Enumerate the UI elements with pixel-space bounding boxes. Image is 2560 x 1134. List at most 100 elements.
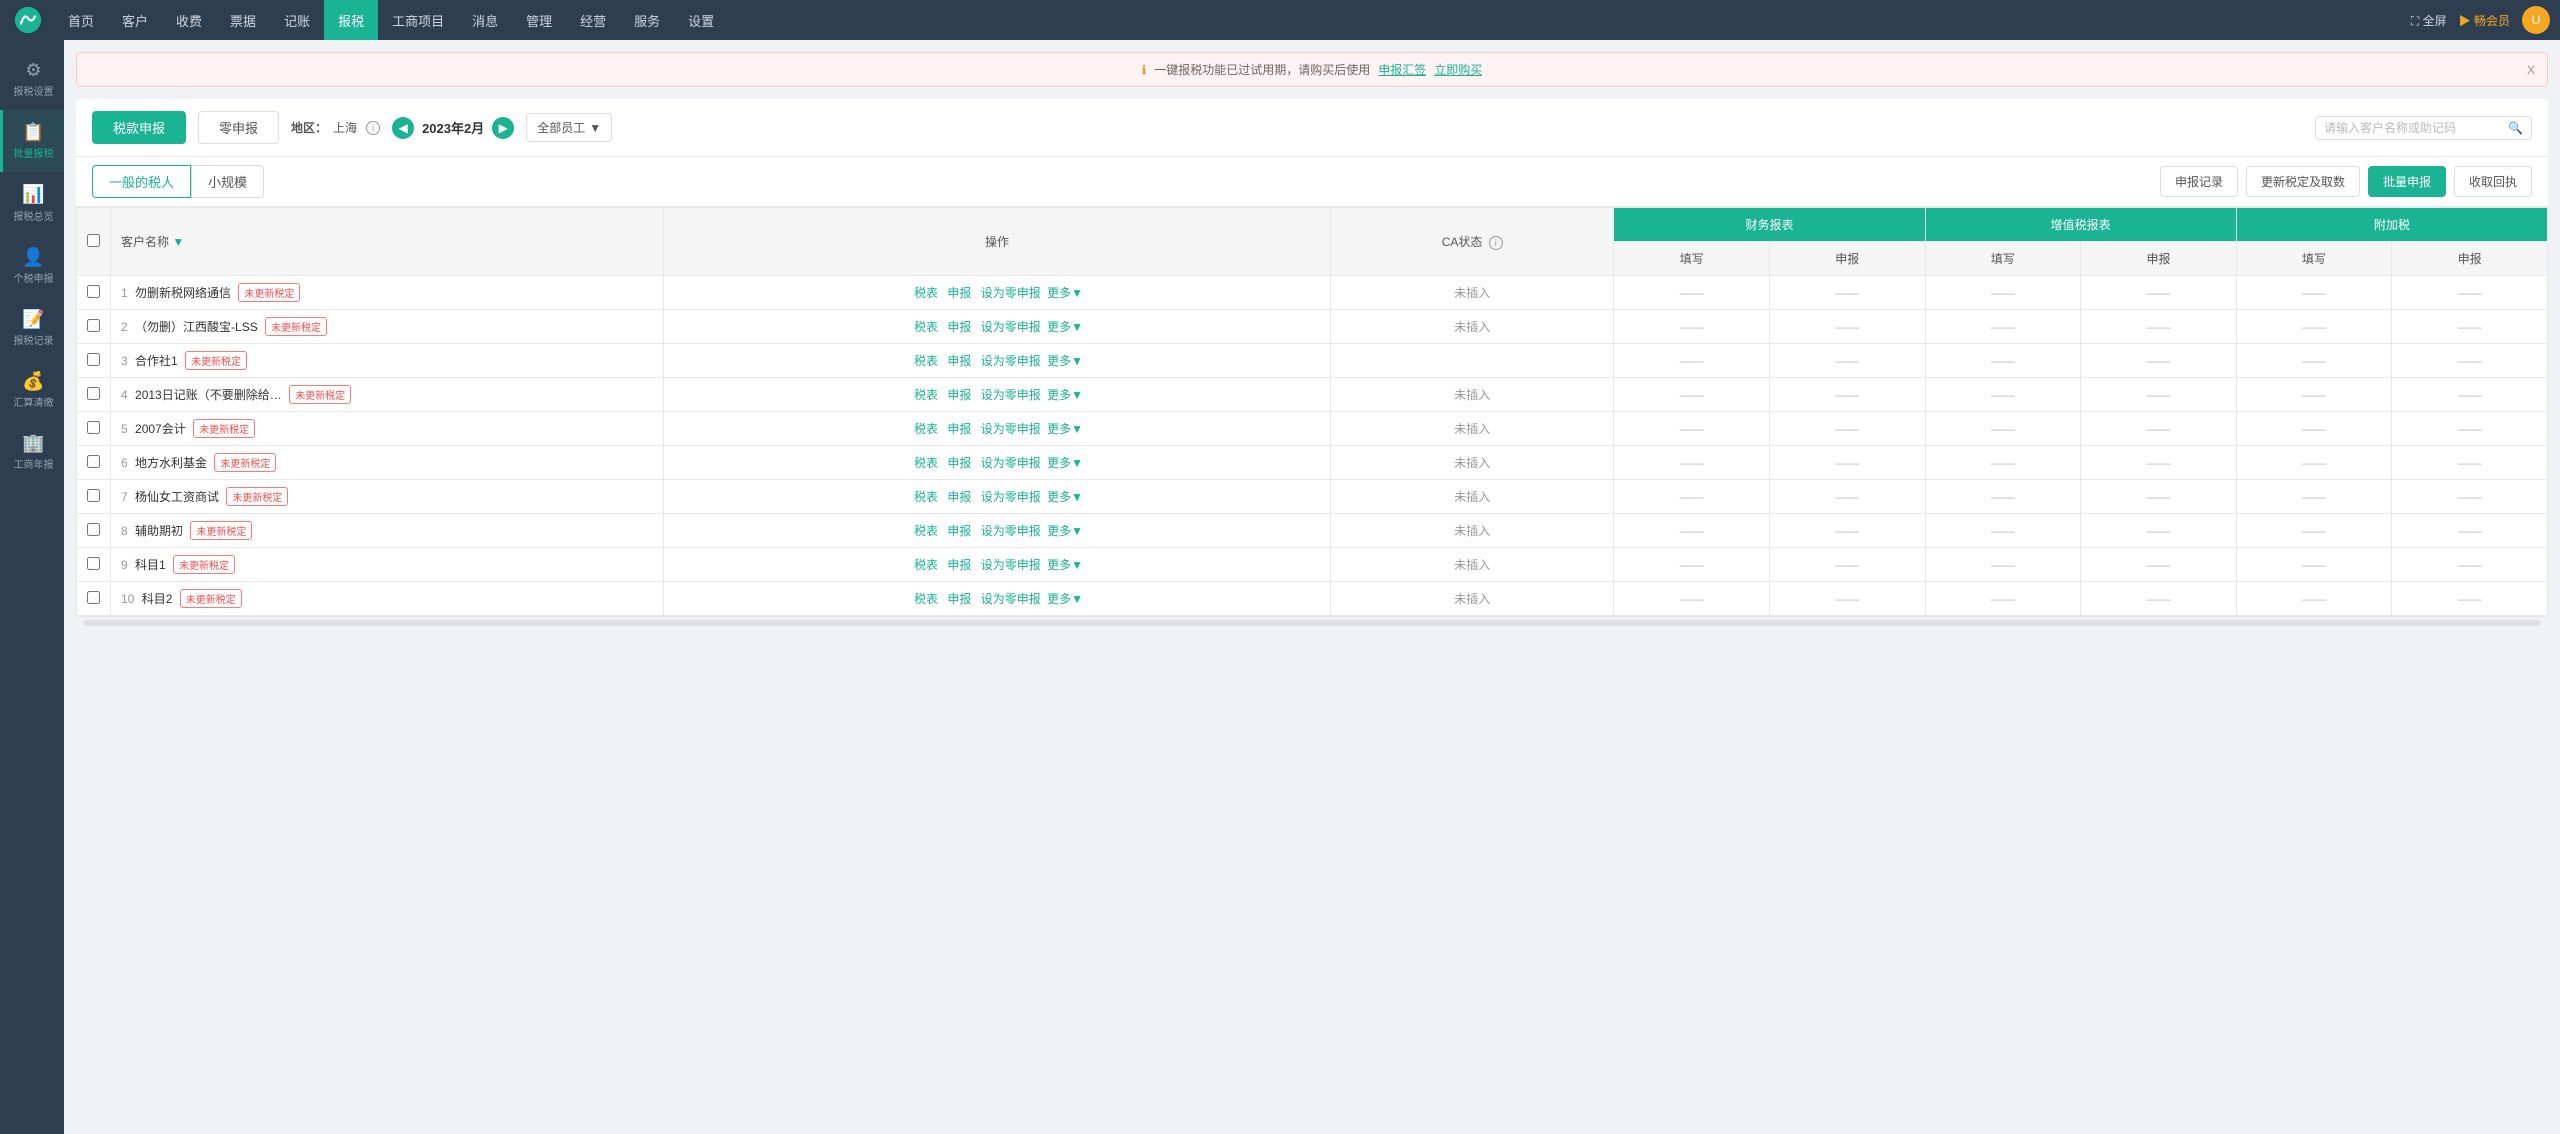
row-checkbox[interactable] <box>87 353 100 366</box>
op-declare[interactable]: 申报 <box>947 524 971 538</box>
sidebar-item-batch-tax[interactable]: 📋 批量报税 <box>0 110 64 172</box>
op-more[interactable]: 更多▼ <box>1047 388 1083 402</box>
row-checkbox[interactable] <box>87 455 100 468</box>
date-prev-btn[interactable]: ◀ <box>392 117 414 139</box>
nav-business[interactable]: 工商项目 <box>378 0 458 40</box>
vip-btn[interactable]: ▶ 畅会员 <box>2459 12 2510 29</box>
op-zero-declare[interactable]: 设为零申报 <box>981 592 1041 606</box>
banner-close-btn[interactable]: X <box>2527 63 2535 77</box>
op-declare[interactable]: 申报 <box>947 558 971 572</box>
op-zero-declare[interactable]: 设为零申报 <box>981 286 1041 300</box>
table-row: 9 科目1 未更新税定 税表 申报 设为零申报 更多▼ 未插入 —— —— ——… <box>77 548 2548 582</box>
op-declare[interactable]: 申报 <box>947 388 971 402</box>
op-zero-declare[interactable]: 设为零申报 <box>981 320 1041 334</box>
nav-settings[interactable]: 设置 <box>674 0 728 40</box>
search-input[interactable] <box>2324 121 2504 135</box>
op-zero-declare[interactable]: 设为零申报 <box>981 558 1041 572</box>
nav-home[interactable]: 首页 <box>54 0 108 40</box>
nav-service[interactable]: 服务 <box>620 0 674 40</box>
tab-zero-declaration[interactable]: 零申报 <box>198 111 279 144</box>
op-tax-table[interactable]: 税表 <box>914 524 938 538</box>
client-name-cell: 2 （勿删）江西酸宝-LSS 未更新税定 <box>111 310 664 344</box>
nav-fee[interactable]: 收费 <box>162 0 216 40</box>
row-checkbox[interactable] <box>87 489 100 502</box>
row-checkbox[interactable] <box>87 285 100 298</box>
op-tax-table[interactable]: 税表 <box>914 320 938 334</box>
collect-receipt-btn[interactable]: 收取回执 <box>2454 166 2532 197</box>
tab-tax-declaration[interactable]: 税款申报 <box>92 111 186 144</box>
op-declare[interactable]: 申报 <box>947 286 971 300</box>
nav-client[interactable]: 客户 <box>108 0 162 40</box>
batch-declare-btn[interactable]: 批量申报 <box>2368 166 2446 197</box>
op-zero-declare[interactable]: 设为零申报 <box>981 456 1041 470</box>
declaration-record-btn[interactable]: 申报记录 <box>2160 166 2238 197</box>
avatar[interactable]: U <box>2522 6 2550 34</box>
op-zero-declare[interactable]: 设为零申报 <box>981 388 1041 402</box>
row-checkbox[interactable] <box>87 319 100 332</box>
ca-info-icon[interactable]: i <box>1489 236 1503 250</box>
op-declare[interactable]: 申报 <box>947 456 971 470</box>
row-checkbox[interactable] <box>87 421 100 434</box>
update-tax-btn[interactable]: 更新税定及取数 <box>2246 166 2360 197</box>
op-declare[interactable]: 申报 <box>947 422 971 436</box>
annual-report-icon: 🏢 <box>22 431 44 456</box>
sidebar-item-personal-tax[interactable]: 👤 个税申报 <box>0 235 64 297</box>
op-declare[interactable]: 申报 <box>947 592 971 606</box>
sidebar-item-tax-overview[interactable]: 📊 报税总览 <box>0 172 64 234</box>
op-more[interactable]: 更多▼ <box>1047 558 1083 572</box>
op-more[interactable]: 更多▼ <box>1047 456 1083 470</box>
op-more[interactable]: 更多▼ <box>1047 422 1083 436</box>
date-next-btn[interactable]: ▶ <box>492 117 514 139</box>
op-tax-table[interactable]: 税表 <box>914 286 938 300</box>
row-checkbox[interactable] <box>87 591 100 604</box>
search-icon[interactable]: 🔍 <box>2508 121 2523 135</box>
region-info-icon[interactable]: i <box>366 121 380 135</box>
row-checkbox[interactable] <box>87 387 100 400</box>
finance-report-cell: —— <box>1770 582 1926 616</box>
ca-status-cell: 未插入 <box>1330 514 1613 548</box>
nav-invoice[interactable]: 票据 <box>216 0 270 40</box>
op-more[interactable]: 更多▼ <box>1047 354 1083 368</box>
sidebar-item-tax-records[interactable]: 📝 报税记录 <box>0 297 64 359</box>
op-more[interactable]: 更多▼ <box>1047 592 1083 606</box>
tab-small-scale[interactable]: 小规模 <box>191 165 264 198</box>
op-more[interactable]: 更多▼ <box>1047 524 1083 538</box>
select-all-checkbox[interactable] <box>87 234 100 247</box>
sidebar-item-annual-report[interactable]: 🏢 工商年报 <box>0 421 64 483</box>
finance-fill-cell: —— <box>1614 310 1770 344</box>
nav-message[interactable]: 消息 <box>458 0 512 40</box>
op-tax-table[interactable]: 税表 <box>914 490 938 504</box>
nav-tax[interactable]: 报税 <box>324 0 378 40</box>
nav-manage[interactable]: 管理 <box>512 0 566 40</box>
tax-fill-cell: —— <box>1925 310 2081 344</box>
op-zero-declare[interactable]: 设为零申报 <box>981 422 1041 436</box>
op-zero-declare[interactable]: 设为零申报 <box>981 490 1041 504</box>
sidebar-item-settlement[interactable]: 💰 汇算清缴 <box>0 359 64 421</box>
op-tax-table[interactable]: 税表 <box>914 354 938 368</box>
op-tax-table[interactable]: 税表 <box>914 422 938 436</box>
nav-bookkeeping[interactable]: 记账 <box>270 0 324 40</box>
row-checkbox[interactable] <box>87 557 100 570</box>
op-declare[interactable]: 申报 <box>947 320 971 334</box>
op-tax-table[interactable]: 税表 <box>914 558 938 572</box>
op-zero-declare[interactable]: 设为零申报 <box>981 354 1041 368</box>
op-more[interactable]: 更多▼ <box>1047 320 1083 334</box>
banner-link-buy[interactable]: 立即购买 <box>1434 61 1482 78</box>
sidebar-item-tax-settings[interactable]: ⚙ 报税设置 <box>0 48 64 110</box>
op-declare[interactable]: 申报 <box>947 490 971 504</box>
op-zero-declare[interactable]: 设为零申报 <box>981 524 1041 538</box>
op-more[interactable]: 更多▼ <box>1047 490 1083 504</box>
row-checkbox[interactable] <box>87 523 100 536</box>
banner-link-apply[interactable]: 申报汇签 <box>1378 61 1426 78</box>
staff-select[interactable]: 全部员工 ▼ <box>526 113 612 142</box>
op-tax-table[interactable]: 税表 <box>914 388 938 402</box>
nav-operation[interactable]: 经营 <box>566 0 620 40</box>
tab-general-taxpayer[interactable]: 一般的税人 <box>92 165 191 198</box>
scroll-track[interactable] <box>84 620 2540 626</box>
op-tax-table[interactable]: 税表 <box>914 592 938 606</box>
finance-fill-cell: —— <box>1614 480 1770 514</box>
op-tax-table[interactable]: 税表 <box>914 456 938 470</box>
op-declare[interactable]: 申报 <box>947 354 971 368</box>
op-more[interactable]: 更多▼ <box>1047 286 1083 300</box>
fullscreen-btn[interactable]: ⛶ 全屏 <box>2411 12 2447 29</box>
